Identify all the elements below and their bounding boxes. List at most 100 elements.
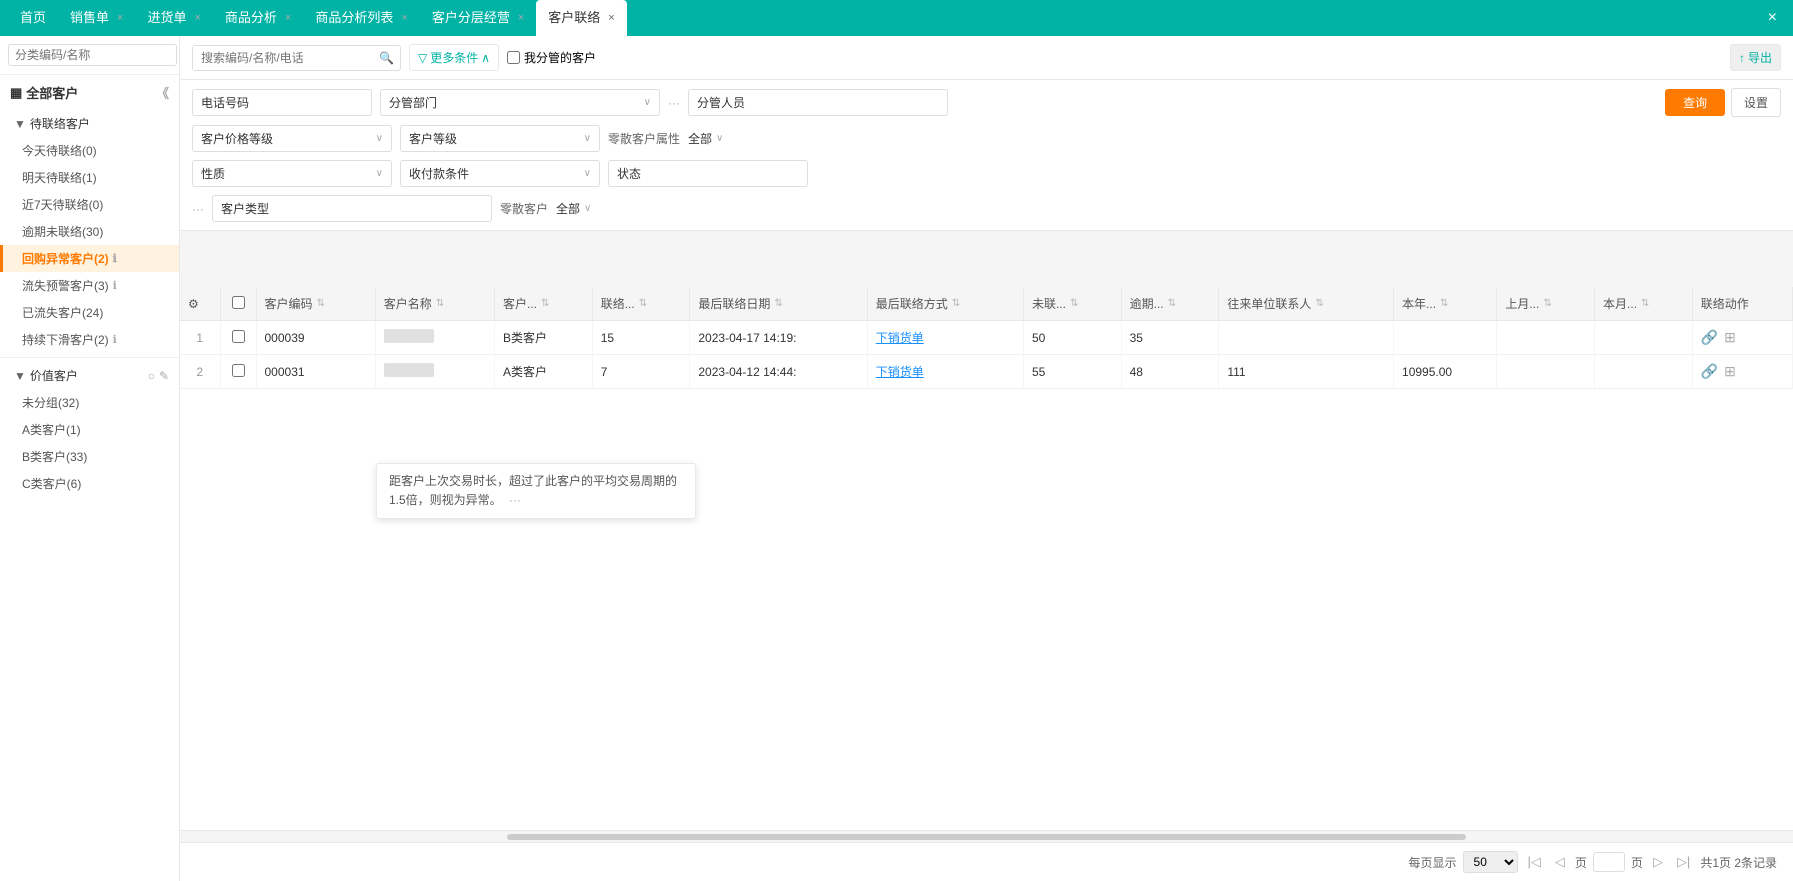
branch-person-dots[interactable]: ··· [668, 96, 680, 110]
col-unit-contact[interactable]: 往来单位联系人 ⇅ [1219, 287, 1394, 321]
col-contact-count[interactable]: 联络... ⇅ [592, 287, 690, 321]
retail-customer-field[interactable]: 零散客户 全部 ∨ [500, 200, 591, 217]
col-overdue[interactable]: 逾期... ⇅ [1121, 287, 1219, 321]
row2-last-contact-type[interactable]: 下销货单 [867, 355, 1023, 389]
my-customers-checkbox-label[interactable]: 我分管的客户 [507, 49, 596, 66]
next-page-btn[interactable]: ▷ [1649, 852, 1667, 872]
first-page-btn[interactable]: |◁ [1524, 852, 1545, 872]
info-icon[interactable]: ℹ [113, 252, 117, 265]
nav-purchase-close[interactable]: × [194, 0, 200, 36]
row2-contact-link[interactable]: 下销货单 [876, 365, 924, 379]
sort-lastmonth-icon[interactable]: ⇅ [1543, 298, 1551, 309]
select-all-checkbox[interactable] [232, 296, 245, 309]
nav-customer-tier[interactable]: 客户分层经营 × [420, 0, 536, 36]
row1-more-icon[interactable]: ⊞ [1724, 329, 1736, 346]
main-search-input[interactable] [193, 46, 373, 70]
sidebar-7day-contact[interactable]: 近7天待联络(0) [0, 191, 179, 218]
sort-name-icon[interactable]: ⇅ [436, 298, 444, 309]
query-button[interactable]: 查询 [1665, 89, 1725, 116]
customer-level-field[interactable]: 客户等级 ∨ [400, 125, 600, 152]
row1-check[interactable] [220, 321, 256, 355]
waiting-contact-group[interactable]: ▼ 待联络客户 [0, 110, 179, 137]
col-not-contacted[interactable]: 未联... ⇅ [1023, 287, 1121, 321]
sidebar-overdue-contact[interactable]: 逾期未联络(30) [0, 218, 179, 245]
sidebar-continuous-drop[interactable]: 持续下滑客户(2) ℹ [0, 326, 179, 353]
sidebar-search-input[interactable] [8, 44, 177, 66]
scrollbar-thumb[interactable] [507, 834, 1465, 840]
sidebar-tomorrow-contact[interactable]: 明天待联络(1) [0, 164, 179, 191]
col-last-month[interactable]: 上月... ⇅ [1497, 287, 1595, 321]
branch-dept-field[interactable]: 分管部门 ∨ [380, 89, 660, 116]
col-this-year[interactable]: 本年... ⇅ [1394, 287, 1497, 321]
col-code[interactable]: 客户编码 ⇅ [256, 287, 375, 321]
last-page-btn[interactable]: ▷| [1673, 852, 1694, 872]
sidebar-loss-warning[interactable]: 流失预警客户(3) ℹ [0, 272, 179, 299]
customer-price-level-field[interactable]: 客户价格等级 ∨ [192, 125, 392, 152]
sidebar-c-customers[interactable]: C类客户(6) [0, 470, 179, 497]
row1-contact-link[interactable]: 下销货单 [876, 331, 924, 345]
sort-contact-icon[interactable]: ⇅ [639, 298, 647, 309]
nav-customer-contact-close[interactable]: × [608, 0, 614, 36]
customer-type-field[interactable]: 客户类型 [212, 195, 492, 222]
row1-name[interactable] [375, 321, 494, 355]
export-button[interactable]: ↑ 导出 [1730, 44, 1781, 71]
value-customers-group[interactable]: ▼ 价值客户 ○ ✎ [0, 362, 179, 389]
tooltip-more[interactable]: ··· [509, 493, 521, 507]
row1-checkbox[interactable] [232, 330, 245, 343]
sidebar-b-customers[interactable]: B类客户(33) [0, 443, 179, 470]
search-icon[interactable]: 🔍 [373, 51, 400, 65]
row2-check[interactable] [220, 355, 256, 389]
setting-button[interactable]: 设置 [1731, 88, 1781, 117]
prev-page-btn[interactable]: ◁ [1551, 852, 1569, 872]
sort-year-icon[interactable]: ⇅ [1440, 298, 1448, 309]
horizontal-scrollbar[interactable] [180, 830, 1793, 842]
nav-product-analysis-close[interactable]: × [285, 0, 291, 36]
sort-thismonth-icon[interactable]: ⇅ [1641, 298, 1649, 309]
row2-view-icon[interactable]: 🔗 [1701, 363, 1718, 380]
col-this-month[interactable]: 本月... ⇅ [1595, 287, 1693, 321]
sidebar-abnormal-repurchase[interactable]: 回购异常客户(2) ℹ [0, 245, 179, 272]
sort-unit-icon[interactable]: ⇅ [1315, 298, 1323, 309]
row1-last-contact-type[interactable]: 下销货单 [867, 321, 1023, 355]
close-all-tabs[interactable]: × [1760, 9, 1785, 27]
nav-sales[interactable]: 销售单 × [58, 0, 135, 36]
status-field[interactable]: 状态 [608, 160, 808, 187]
nav-sales-close[interactable]: × [117, 0, 123, 36]
per-page-select[interactable]: 20 50 100 [1463, 851, 1518, 873]
row2-checkbox[interactable] [232, 364, 245, 377]
sidebar-already-lost[interactable]: 已流失客户(24) [0, 299, 179, 326]
sort-type-icon[interactable]: ⇅ [952, 298, 960, 309]
row2-more-icon[interactable]: ⊞ [1724, 363, 1736, 380]
edit-group-icon[interactable]: ○ [148, 369, 155, 383]
col-settings[interactable]: ⚙ [180, 287, 220, 321]
nav-home[interactable]: 首页 [8, 0, 58, 36]
sort-code-icon[interactable]: ⇅ [317, 298, 325, 309]
row2-name[interactable] [375, 355, 494, 389]
nav-product-analysis-list-close[interactable]: × [401, 0, 407, 36]
my-customers-checkbox[interactable] [507, 51, 520, 64]
sort-level-icon[interactable]: ⇅ [541, 298, 549, 309]
sidebar-ungrouped[interactable]: 未分组(32) [0, 389, 179, 416]
page-input[interactable]: 1 [1593, 852, 1625, 872]
row4-dots[interactable]: ··· [192, 202, 204, 216]
col-name[interactable]: 客户名称 ⇅ [375, 287, 494, 321]
more-conditions-btn[interactable]: ▽ 更多条件 ∧ [409, 44, 499, 71]
row1-view-icon[interactable]: 🔗 [1701, 329, 1718, 346]
nav-customer-tier-close[interactable]: × [518, 0, 524, 36]
sort-date-icon[interactable]: ⇅ [774, 298, 782, 309]
nav-purchase[interactable]: 进货单 × [135, 0, 212, 36]
nav-product-analysis[interactable]: 商品分析 × [213, 0, 303, 36]
col-last-contact-type[interactable]: 最后联络方式 ⇅ [867, 287, 1023, 321]
sidebar-collapse-btn[interactable]: 《 [156, 83, 169, 102]
gender-field[interactable]: 性质 ∨ [192, 160, 392, 187]
sort-uncontact-icon[interactable]: ⇅ [1070, 298, 1078, 309]
retail-attribute-field[interactable]: 零散客户属性 全部 ∨ [608, 130, 723, 147]
payment-terms-field[interactable]: 收付款条件 ∨ [400, 160, 600, 187]
branch-person-field[interactable]: 分管人员 [688, 89, 948, 116]
nav-customer-contact[interactable]: 客户联络 × [536, 0, 626, 36]
sidebar-today-contact[interactable]: 今天待联络(0) [0, 137, 179, 164]
drop-info[interactable]: ℹ [113, 333, 117, 346]
loss-warning-info[interactable]: ℹ [113, 279, 117, 292]
col-level[interactable]: 客户... ⇅ [495, 287, 593, 321]
add-group-icon[interactable]: ✎ [159, 369, 169, 383]
